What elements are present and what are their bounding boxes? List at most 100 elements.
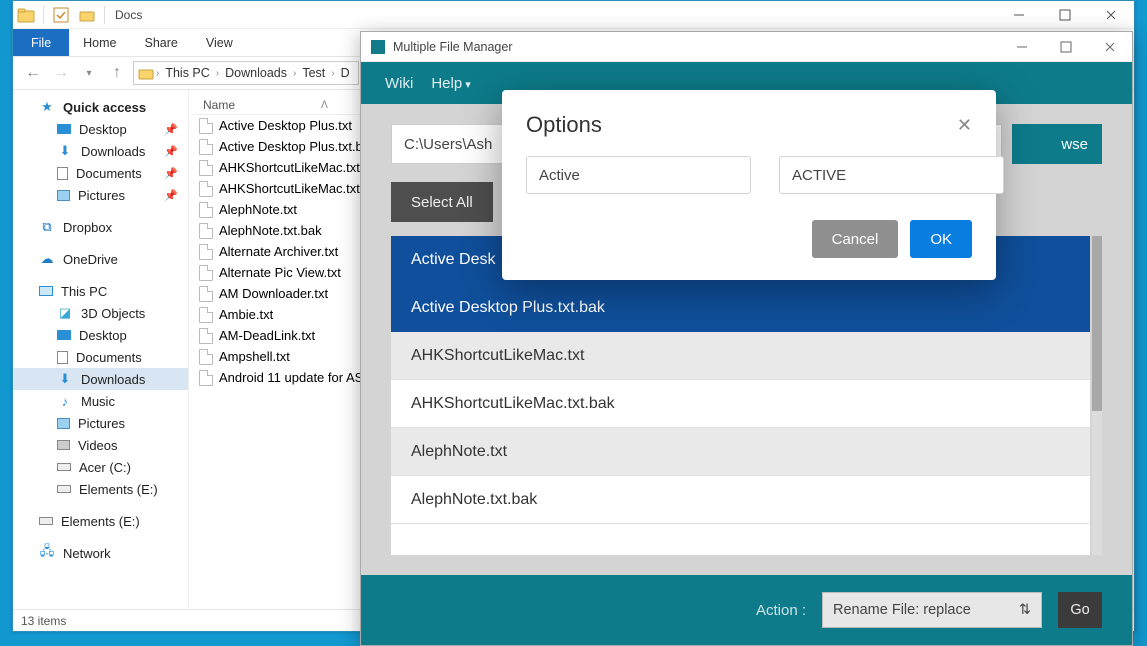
nav-desktop-pc[interactable]: Desktop (13, 324, 188, 346)
recent-dropdown[interactable]: ▾ (77, 61, 101, 85)
file-name: AM-DeadLink.txt (219, 328, 315, 343)
checkbox-toggle-icon[interactable] (52, 6, 70, 24)
3d-icon: ◪ (57, 305, 73, 321)
nav-desktop[interactable]: Desktop📌 (13, 118, 188, 140)
minimize-button[interactable] (996, 1, 1042, 29)
file-name: AHKShortcutLikeMac.txt.ba (219, 181, 378, 196)
nav-drive-e[interactable]: Elements (E:) (13, 478, 188, 500)
action-value: Rename File: replace (833, 602, 971, 618)
close-icon[interactable]: ✕ (957, 115, 972, 136)
breadcrumb[interactable]: Downloads (221, 66, 291, 80)
file-icon (199, 328, 213, 344)
ok-button[interactable]: OK (910, 220, 972, 258)
file-name: Ambie.txt (219, 307, 273, 322)
file-name: Alternate Pic View.txt (219, 265, 341, 280)
nav-videos[interactable]: Videos (13, 434, 188, 456)
picture-icon (57, 418, 70, 429)
mfm-file-list[interactable]: Active DeskActive Desktop Plus.txt.bakAH… (391, 236, 1090, 555)
breadcrumb[interactable]: D (337, 66, 354, 80)
breadcrumb[interactable]: This PC (161, 66, 213, 80)
nav-onedrive[interactable]: ☁OneDrive (13, 248, 188, 270)
close-button[interactable] (1088, 32, 1132, 62)
mfm-file-row[interactable]: AlephNote.txt (391, 428, 1090, 476)
pin-icon: 📌 (164, 123, 178, 136)
nav-this-pc[interactable]: This PC (13, 280, 188, 302)
nav-label: This PC (61, 284, 107, 299)
tab-share[interactable]: Share (131, 29, 192, 56)
go-button[interactable]: Go (1058, 592, 1102, 628)
chevron-right-icon[interactable]: › (154, 68, 161, 79)
nav-downloads-pc[interactable]: ⬇ Downloads (13, 368, 188, 390)
tab-view[interactable]: View (192, 29, 247, 56)
back-button[interactable]: ← (21, 61, 45, 85)
pin-icon: 📌 (164, 189, 178, 202)
menu-help[interactable]: Help (431, 75, 470, 92)
nav-downloads[interactable]: ⬇Downloads📌 (13, 140, 188, 162)
mfm-titlebar[interactable]: Multiple File Manager (361, 32, 1132, 62)
pin-icon: 📌 (164, 167, 178, 180)
nav-pictures[interactable]: Pictures📌 (13, 184, 188, 206)
nav-music[interactable]: ♪Music (13, 390, 188, 412)
column-header-label: Name (203, 98, 235, 112)
explorer-title: Docs (115, 8, 142, 22)
nav-label: Quick access (63, 100, 146, 115)
nav-elements-drive[interactable]: Elements (E:) (13, 510, 188, 532)
chevron-right-icon[interactable]: › (214, 68, 221, 79)
forward-button[interactable]: → (49, 61, 73, 85)
replace-input[interactable] (779, 156, 1004, 194)
nav-label: 3D Objects (81, 306, 145, 321)
up-button[interactable]: ↑ (105, 61, 129, 85)
document-icon (57, 351, 68, 364)
nav-label: Dropbox (63, 220, 112, 235)
nav-documents-pc[interactable]: Documents (13, 346, 188, 368)
close-button[interactable] (1088, 1, 1134, 29)
nav-label: Downloads (81, 372, 145, 387)
document-icon (57, 167, 68, 180)
options-dialog: Options ✕ Cancel OK (502, 90, 996, 280)
cancel-button[interactable]: Cancel (812, 220, 899, 258)
address-bar[interactable]: › This PC › Downloads › Test › D (133, 61, 359, 85)
nav-documents[interactable]: Documents 📌 (13, 162, 188, 184)
mfm-file-row[interactable]: AHKShortcutLikeMac.txt (391, 332, 1090, 380)
file-name: Android 11 update for ASU (219, 370, 373, 385)
action-select[interactable]: Rename File: replace ⇅ (822, 592, 1042, 628)
download-icon: ⬇ (57, 371, 73, 387)
scrollbar[interactable] (1092, 236, 1102, 555)
tab-file[interactable]: File (13, 29, 69, 56)
maximize-button[interactable] (1044, 32, 1088, 62)
maximize-button[interactable] (1042, 1, 1088, 29)
nav-dropbox[interactable]: ⧉Dropbox (13, 216, 188, 238)
chevron-right-icon[interactable]: › (291, 68, 298, 79)
explorer-titlebar[interactable]: Docs (13, 1, 1134, 29)
select-all-button[interactable]: Select All (391, 182, 493, 222)
file-icon (199, 160, 213, 176)
action-label: Action : (756, 602, 806, 619)
menu-wiki[interactable]: Wiki (385, 75, 413, 92)
mfm-file-row[interactable]: AHKShortcutLikeMac.txt.bak (391, 380, 1090, 428)
file-name: AM Downloader.txt (219, 286, 328, 301)
app-icon (371, 40, 385, 54)
nav-pictures-pc[interactable]: Pictures (13, 412, 188, 434)
chevron-right-icon[interactable]: › (329, 68, 336, 79)
browse-button[interactable]: wse (1012, 124, 1102, 164)
file-name: AlephNote.txt (219, 202, 297, 217)
nav-network[interactable]: 🖧Network (13, 542, 188, 564)
scrollbar-thumb[interactable] (1092, 236, 1102, 411)
find-input[interactable] (526, 156, 751, 194)
nav-drive-c[interactable]: Acer (C:) (13, 456, 188, 478)
mfm-file-row[interactable]: AlephNote.txt.bak (391, 476, 1090, 524)
minimize-button[interactable] (1000, 32, 1044, 62)
download-icon: ⬇ (57, 143, 73, 159)
file-name: Alternate Archiver.txt (219, 244, 338, 259)
mfm-file-row[interactable]: Active Desktop Plus.txt.bak (391, 284, 1090, 332)
folder-icon (138, 65, 154, 81)
nav-label: Documents (76, 166, 142, 181)
nav-quick-access[interactable]: ★ Quick access (13, 96, 188, 118)
breadcrumb[interactable]: Test (298, 66, 329, 80)
tab-home[interactable]: Home (69, 29, 130, 56)
nav-pane[interactable]: ★ Quick access Desktop📌 ⬇Downloads📌 Docu… (13, 90, 189, 609)
drive-icon (39, 517, 53, 525)
star-icon: ★ (39, 99, 55, 115)
nav-3d-objects[interactable]: ◪ 3D Objects (13, 302, 188, 324)
drive-icon (57, 485, 71, 493)
